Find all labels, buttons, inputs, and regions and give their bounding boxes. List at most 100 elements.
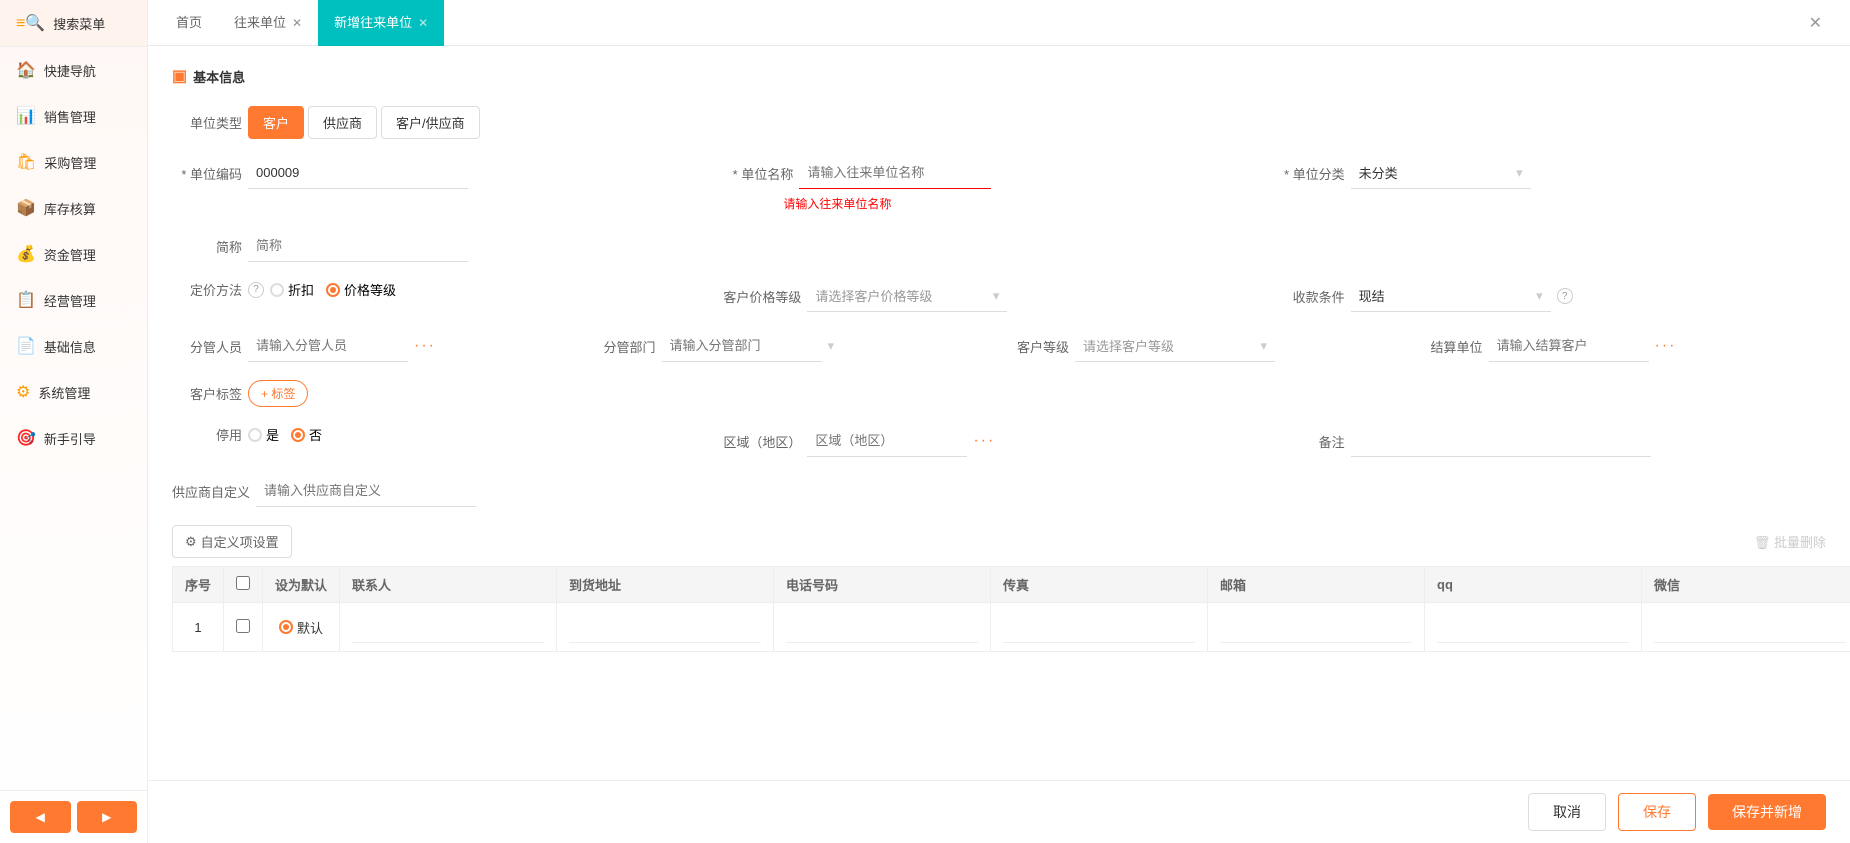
radio-no-label: 否 [309, 425, 322, 444]
radio-yes[interactable]: 是 [248, 425, 279, 444]
payment-condition-select[interactable]: 现结 ▾ [1351, 280, 1551, 312]
radio-discount[interactable]: 折扣 [270, 280, 314, 299]
radio-yes-label: 是 [266, 425, 279, 444]
td-fax-input[interactable] [1003, 611, 1195, 643]
region-more-btn[interactable]: ··· [973, 432, 995, 450]
sidebar-item-purchase-label: 采购管理 [44, 153, 96, 172]
supplier-custom-label: 供应商自定义 [172, 482, 250, 501]
search-icon: ≡🔍 [16, 13, 45, 33]
tab-new-partner-close[interactable]: ✕ [418, 0, 428, 46]
sidebar-item-quicknav[interactable]: 🏠 快捷导航 [0, 47, 147, 93]
save-button[interactable]: 保存 [1618, 793, 1696, 831]
sidebar-item-operation[interactable]: 📋 经营管理 [0, 277, 147, 323]
tab-partner-close[interactable]: ✕ [292, 0, 302, 46]
sidebar-bottom: ◀ ▶ [0, 790, 147, 843]
unit-category-value: 未分类 [1359, 163, 1398, 182]
manager-row: 分管人员 ··· 分管部门 ▾ 客户等级 请选择客户等级 ▾ 结算单位 ··· [172, 330, 1826, 362]
radio-level[interactable]: 价格等级 [326, 280, 396, 299]
sidebar-item-finance[interactable]: 💰 资金管理 [0, 231, 147, 277]
btn-both[interactable]: 客户/供应商 [381, 106, 480, 139]
payment-help-icon[interactable]: ? [1557, 288, 1573, 304]
tab-partner[interactable]: 往来单位 ✕ [218, 0, 318, 46]
pricing-help-icon[interactable]: ? [248, 282, 264, 298]
unit-category-select[interactable]: 未分类 ▾ [1351, 157, 1531, 189]
custom-settings-btn[interactable]: ⚙ 自定义项设置 [172, 525, 292, 558]
sidebar-expand-btn[interactable]: ▶ [77, 801, 138, 833]
payment-condition-group: 收款条件 现结 ▾ ? [1275, 280, 1826, 312]
sidebar-item-finance-label: 资金管理 [44, 245, 96, 264]
inventory-icon: 📦 [16, 198, 36, 218]
supplier-custom-input[interactable] [256, 475, 476, 507]
unit-type-row: 单位类型 客户 供应商 客户/供应商 [172, 106, 1826, 139]
form-footer: 取消 保存 保存并新增 [148, 780, 1850, 843]
disabled-label: 停用 [172, 425, 242, 444]
td-contact-input[interactable] [352, 611, 544, 643]
manager-more-btn[interactable]: ··· [414, 337, 436, 355]
region-input[interactable] [807, 425, 967, 457]
tab-home[interactable]: 首页 [160, 0, 218, 46]
row-default-radio[interactable]: 默认 [275, 618, 327, 637]
sidebar-item-system[interactable]: ⚙ 系统管理 [0, 369, 147, 415]
custom-settings-label: 自定义项设置 [201, 532, 279, 551]
short-name-input[interactable] [248, 230, 468, 262]
remark-input[interactable] [1351, 425, 1651, 457]
settlement-unit-more-btn[interactable]: ··· [1655, 337, 1677, 355]
unit-type-label: 单位类型 [172, 113, 242, 132]
th-address: 到货地址 [557, 567, 774, 603]
sidebar-item-search-label: 搜索菜单 [53, 14, 105, 33]
td-wechat [1642, 603, 1850, 652]
unit-category-label: * 单位分类 [1275, 164, 1345, 183]
short-name-row: 简称 [172, 230, 1826, 262]
radio-level-circle [326, 283, 340, 297]
finance-icon: 💰 [16, 244, 36, 264]
batch-delete-btn[interactable]: 🗑 批量删除 [1754, 532, 1826, 551]
th-checkbox [224, 567, 263, 603]
tab-home-label: 首页 [176, 0, 202, 46]
td-phone-input[interactable] [786, 611, 978, 643]
th-contact: 联系人 [340, 567, 557, 603]
td-phone [774, 603, 991, 652]
radio-no-circle [291, 428, 305, 442]
region-label: 区域（地区） [723, 432, 801, 451]
td-email-input[interactable] [1220, 611, 1412, 643]
customer-level-select[interactable]: 请选择客户等级 ▾ [1075, 330, 1275, 362]
td-wechat-input[interactable] [1654, 611, 1846, 643]
system-icon: ⚙ [16, 382, 30, 402]
row-checkbox[interactable] [236, 619, 250, 633]
radio-no[interactable]: 否 [291, 425, 322, 444]
unit-code-input[interactable] [248, 157, 468, 189]
short-name-group: 简称 [172, 230, 1826, 262]
sidebar-item-sales[interactable]: 📊 销售管理 [0, 93, 147, 139]
department-input[interactable] [662, 330, 822, 362]
btn-customer[interactable]: 客户 [248, 106, 304, 139]
tabs-bar: 首页 往来单位 ✕ 新增往来单位 ✕ ✕ [148, 0, 1850, 46]
settlement-unit-input[interactable] [1489, 330, 1649, 362]
save-new-button[interactable]: 保存并新增 [1708, 794, 1826, 830]
department-group: 分管部门 ▾ [586, 330, 1000, 362]
table-toolbar: ⚙ 自定义项设置 🗑 批量删除 [172, 525, 1826, 558]
sidebar-collapse-btn[interactable]: ◀ [10, 801, 71, 833]
td-address-input[interactable] [569, 611, 761, 643]
sidebar-item-search[interactable]: ≡🔍 搜索菜单 [0, 0, 147, 47]
customer-price-level-chevron: ▾ [993, 288, 1000, 304]
sidebar-item-guide[interactable]: 🎯 新手引导 [0, 415, 147, 461]
td-default: 默认 [263, 603, 340, 652]
radio-discount-circle [270, 283, 284, 297]
purchase-icon: 🛍 [16, 152, 36, 172]
sidebar-item-inventory[interactable]: 📦 库存核算 [0, 185, 147, 231]
unit-name-group: * 单位名称 请输入往来单位名称 [723, 157, 1274, 212]
customer-price-level-select[interactable]: 请选择客户价格等级 ▾ [807, 280, 1007, 312]
unit-code-group: * 单位编码 [172, 157, 723, 189]
btn-supplier[interactable]: 供应商 [308, 106, 377, 139]
tab-new-partner[interactable]: 新增往来单位 ✕ [318, 0, 444, 46]
add-tag-btn[interactable]: + 标签 [248, 380, 308, 407]
manager-input[interactable] [248, 330, 408, 362]
td-qq-input[interactable] [1437, 611, 1629, 643]
settlement-unit-group: 结算单位 ··· [1413, 330, 1827, 362]
sidebar-item-purchase[interactable]: 🛍 采购管理 [0, 139, 147, 185]
cancel-button[interactable]: 取消 [1528, 793, 1606, 831]
tab-close-all-btn[interactable]: ✕ [1793, 13, 1838, 33]
unit-name-input[interactable] [799, 157, 991, 189]
sidebar-item-basic[interactable]: 📄 基础信息 [0, 323, 147, 369]
select-all-checkbox[interactable] [236, 576, 250, 590]
